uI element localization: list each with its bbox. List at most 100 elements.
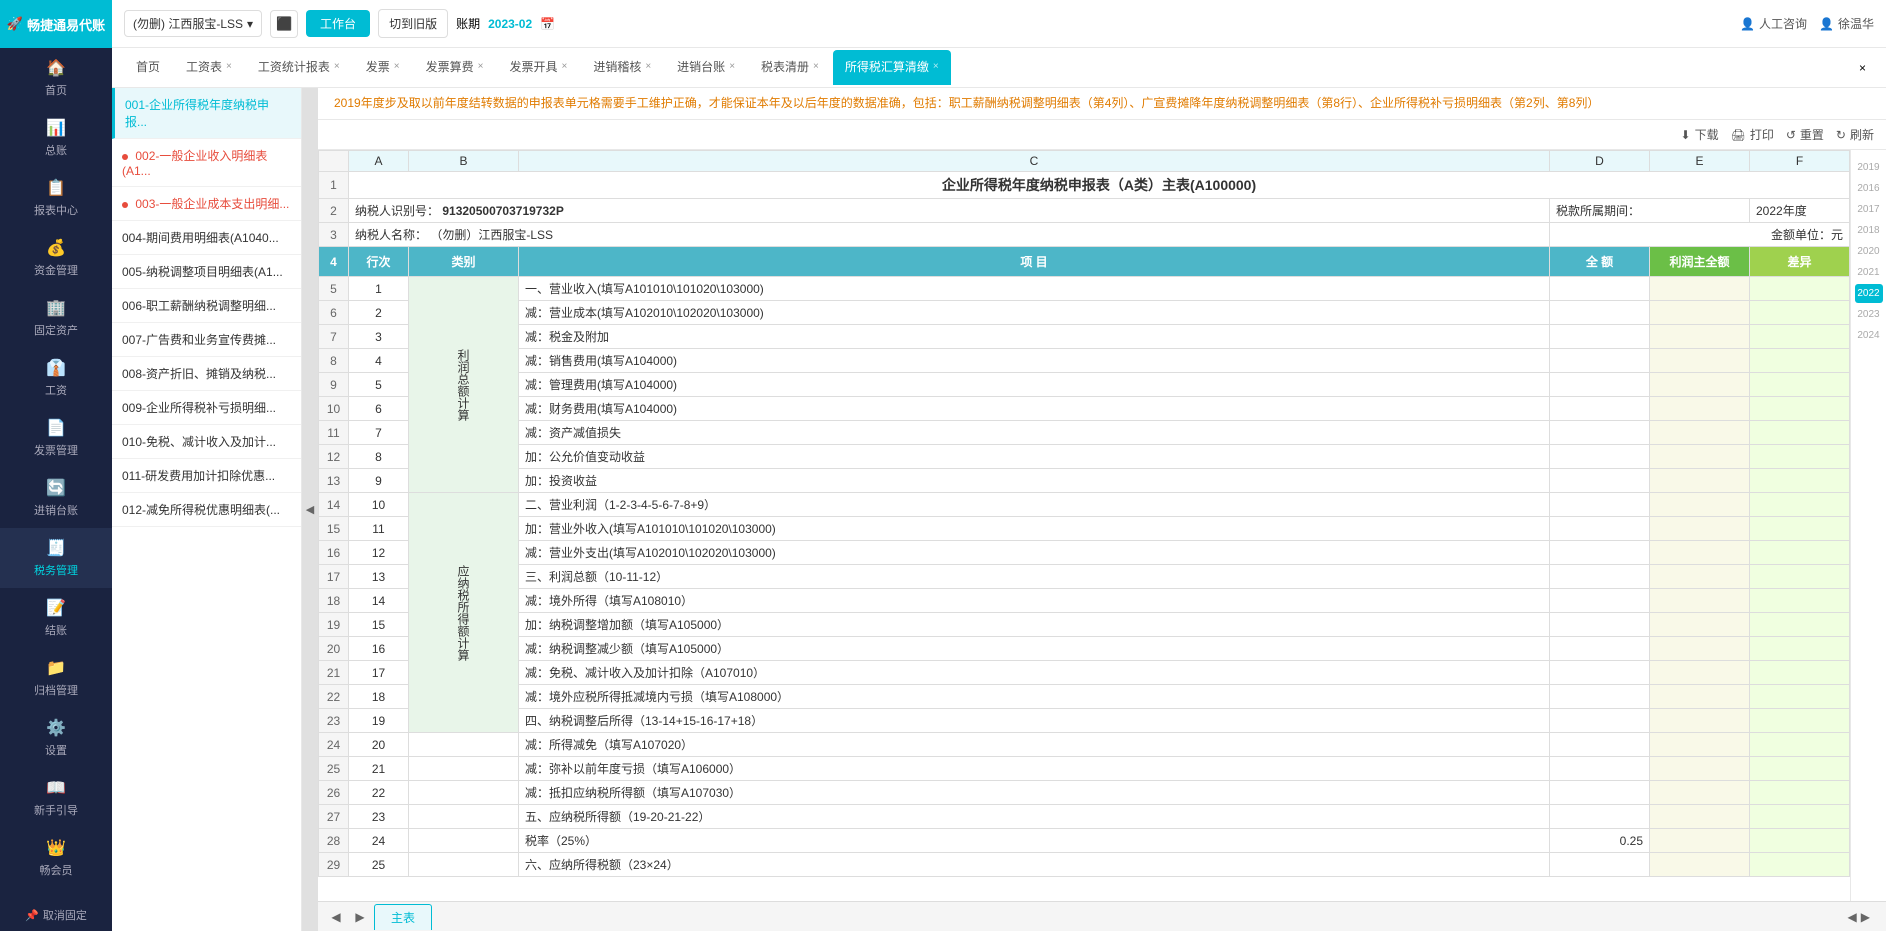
sidebar-item-general-ledger[interactable]: 📊 总账 <box>0 108 112 168</box>
qe-cell[interactable] <box>1550 277 1650 301</box>
xm-cell[interactable]: 六、应纳所得税额（23×24） <box>519 853 1550 877</box>
copy-icon-btn[interactable]: ⬛ <box>270 10 298 38</box>
list-item-012[interactable]: 012-减免所得税优惠明细表(... <box>112 493 301 527</box>
xm-cell[interactable]: 减：税金及附加 <box>519 325 1550 349</box>
sidebar-item-close-account[interactable]: 📝 结账 <box>0 588 112 648</box>
list-item-001[interactable]: 001-企业所得税年度纳税申报... <box>112 88 301 139</box>
xm-cell[interactable]: 减：营业外支出(填写A102010\102020\103000) <box>519 541 1550 565</box>
xm-cell[interactable]: 加：营业外收入(填写A101010\101020\103000) <box>519 517 1550 541</box>
refresh-button[interactable]: ↻ 刷新 <box>1836 126 1874 143</box>
print-button[interactable]: 🖨 打印 <box>1731 126 1774 143</box>
list-item-009[interactable]: 009-企业所得税补亏损明细... <box>112 391 301 425</box>
scroll-right-icon[interactable]: ▶ <box>1861 910 1870 924</box>
xm-cell[interactable]: 减：境外所得（填写A108010） <box>519 589 1550 613</box>
xm-cell[interactable]: 减：抵扣应纳税所得额（填写A107030） <box>519 781 1550 805</box>
sidebar-item-home[interactable]: 🏠 首页 <box>0 48 112 108</box>
service-button[interactable]: 👤 人工咨询 <box>1740 15 1807 32</box>
tab-purchase-sales-audit[interactable]: 进销稽核 × <box>581 50 663 85</box>
close-tab-tax-table[interactable]: × <box>813 61 819 72</box>
close-tab-income-tax[interactable]: × <box>933 61 939 72</box>
xm-cell[interactable]: 减：营业成本(填写A102010\102020\103000) <box>519 301 1550 325</box>
sidebar-item-salary[interactable]: 👔 工资 <box>0 348 112 408</box>
xm-cell[interactable]: 三、利润总额（10-11-12） <box>519 565 1550 589</box>
xm-cell[interactable]: 减：财务费用(填写A104000) <box>519 397 1550 421</box>
tab-tax-table[interactable]: 税表清册 × <box>749 50 831 85</box>
sidebar-item-fixed-assets[interactable]: 🏢 固定资产 <box>0 288 112 348</box>
sheet-nav-next[interactable]: ▶ <box>350 907 370 927</box>
tab-home[interactable]: 首页 <box>124 50 172 85</box>
list-item-010[interactable]: 010-免税、减计收入及加计... <box>112 425 301 459</box>
timeline-item-2019[interactable]: 2019 <box>1855 158 1883 177</box>
xm-cell[interactable]: 一、营业收入(填写A101010\101020\103000) <box>519 277 1550 301</box>
tab-invoice-issue[interactable]: 发票开具 × <box>497 50 579 85</box>
xm-cell[interactable]: 减：所得减免（填写A107020） <box>519 733 1550 757</box>
collapse-panel-button[interactable]: ◀ <box>302 88 318 931</box>
tab-purchase-sales-ledger[interactable]: 进销台账 × <box>665 50 747 85</box>
tab-salary[interactable]: 工资表 × <box>174 50 244 85</box>
timeline-item-2022[interactable]: 2022 <box>1855 284 1883 303</box>
timeline-item-2018[interactable]: 2018 <box>1855 221 1883 240</box>
sheet-nav-prev[interactable]: ◀ <box>326 907 346 927</box>
list-item-002[interactable]: 002-一般企业收入明细表(A1... <box>112 139 301 187</box>
xm-cell[interactable]: 加：公允价值变动收益 <box>519 445 1550 469</box>
list-item-004[interactable]: 004-期间费用明细表(A1040... <box>112 221 301 255</box>
switch-version-button[interactable]: 切到旧版 <box>378 9 448 38</box>
list-item-008[interactable]: 008-资产折旧、摊销及纳税... <box>112 357 301 391</box>
reset-button[interactable]: ↺ 重置 <box>1786 126 1824 143</box>
timeline-item-2017[interactable]: 2017 <box>1855 200 1883 219</box>
close-tab-invoice[interactable]: × <box>394 61 400 72</box>
sidebar-item-archive[interactable]: 📁 归档管理 <box>0 648 112 708</box>
unpin-button[interactable]: 📌 取消固定 <box>0 899 112 931</box>
close-tab-salary[interactable]: × <box>226 61 232 72</box>
xm-cell[interactable]: 五、应纳税所得额（19-20-21-22） <box>519 805 1550 829</box>
close-tab-invoice-fee[interactable]: × <box>478 61 484 72</box>
xm-cell[interactable]: 二、营业利润（1-2-3-4-5-6-7-8+9） <box>519 493 1550 517</box>
close-tab-salary-report[interactable]: × <box>334 61 340 72</box>
timeline-item-2021[interactable]: 2021 <box>1855 263 1883 282</box>
close-tab-audit[interactable]: × <box>645 61 651 72</box>
close-all-tabs-button[interactable]: × <box>1851 53 1874 83</box>
xm-cell[interactable]: 减：纳税调整减少额（填写A105000） <box>519 637 1550 661</box>
cy-cell[interactable] <box>1750 277 1850 301</box>
sidebar-item-tax-mgmt[interactable]: 🧾 税务管理 <box>0 528 112 588</box>
close-tab-invoice-issue[interactable]: × <box>561 61 567 72</box>
company-selector[interactable]: (勿删) 江西服宝-LSS ▾ <box>124 10 262 37</box>
tab-invoice-fee[interactable]: 发票算费 × <box>414 50 496 85</box>
lrqe-cell[interactable] <box>1650 277 1750 301</box>
sheet-tab-main[interactable]: 主表 <box>374 904 432 930</box>
tab-invoice[interactable]: 发票 × <box>354 50 412 85</box>
timeline-item-2023[interactable]: 2023 <box>1855 305 1883 324</box>
workspace-button[interactable]: 工作台 <box>306 10 370 37</box>
timeline-item-2016[interactable]: 2016 <box>1855 179 1883 198</box>
xm-cell[interactable]: 减：销售费用(填写A104000) <box>519 349 1550 373</box>
xm-cell[interactable]: 减：免税、减计收入及加计扣除（A107010） <box>519 661 1550 685</box>
sidebar-item-fund-mgmt[interactable]: 💰 资金管理 <box>0 228 112 288</box>
sidebar-item-settings[interactable]: ⚙️ 设置 <box>0 708 112 768</box>
timeline-item-2020[interactable]: 2020 <box>1855 242 1883 261</box>
xm-cell[interactable]: 四、纳税调整后所得（13-14+15-16-17+18） <box>519 709 1550 733</box>
sidebar-item-purchase-sales[interactable]: 🔄 进销台账 <box>0 468 112 528</box>
sidebar-item-invoice-mgmt[interactable]: 📄 发票管理 <box>0 408 112 468</box>
tab-salary-report[interactable]: 工资统计报表 × <box>246 50 352 85</box>
xm-cell[interactable]: 减：境外应税所得抵减境内亏损（填写A108000） <box>519 685 1550 709</box>
xm-cell[interactable]: 加：纳税调整增加额（填写A105000） <box>519 613 1550 637</box>
sidebar-item-guide[interactable]: 📖 新手引导 <box>0 768 112 828</box>
user-profile[interactable]: 👤 徐温华 <box>1819 15 1874 32</box>
tab-income-tax[interactable]: 所得税汇算清缴 × <box>833 50 951 85</box>
scroll-left-icon[interactable]: ◀ <box>1848 910 1857 924</box>
close-tab-ledger[interactable]: × <box>729 61 735 72</box>
xm-cell[interactable]: 减：弥补以前年度亏损（填写A106000） <box>519 757 1550 781</box>
xm-cell[interactable]: 减：管理费用(填写A104000) <box>519 373 1550 397</box>
timeline-item-2024[interactable]: 2024 <box>1855 326 1883 345</box>
xm-cell[interactable]: 税率（25%） <box>519 829 1550 853</box>
list-item-006[interactable]: 006-职工薪酬纳税调整明细... <box>112 289 301 323</box>
list-item-005[interactable]: 005-纳税调整项目明细表(A1... <box>112 255 301 289</box>
sidebar-item-report-center[interactable]: 📋 报表中心 <box>0 168 112 228</box>
list-item-007[interactable]: 007-广告费和业务宣传费摊... <box>112 323 301 357</box>
xm-cell[interactable]: 减：资产减值损失 <box>519 421 1550 445</box>
list-item-003[interactable]: 003-一般企业成本支出明细... <box>112 187 301 221</box>
download-button[interactable]: ⬇ 下载 <box>1681 126 1719 143</box>
xm-cell[interactable]: 加：投资收益 <box>519 469 1550 493</box>
sidebar-item-member[interactable]: 👑 畅会员 <box>0 828 112 888</box>
list-item-011[interactable]: 011-研发费用加计扣除优惠... <box>112 459 301 493</box>
